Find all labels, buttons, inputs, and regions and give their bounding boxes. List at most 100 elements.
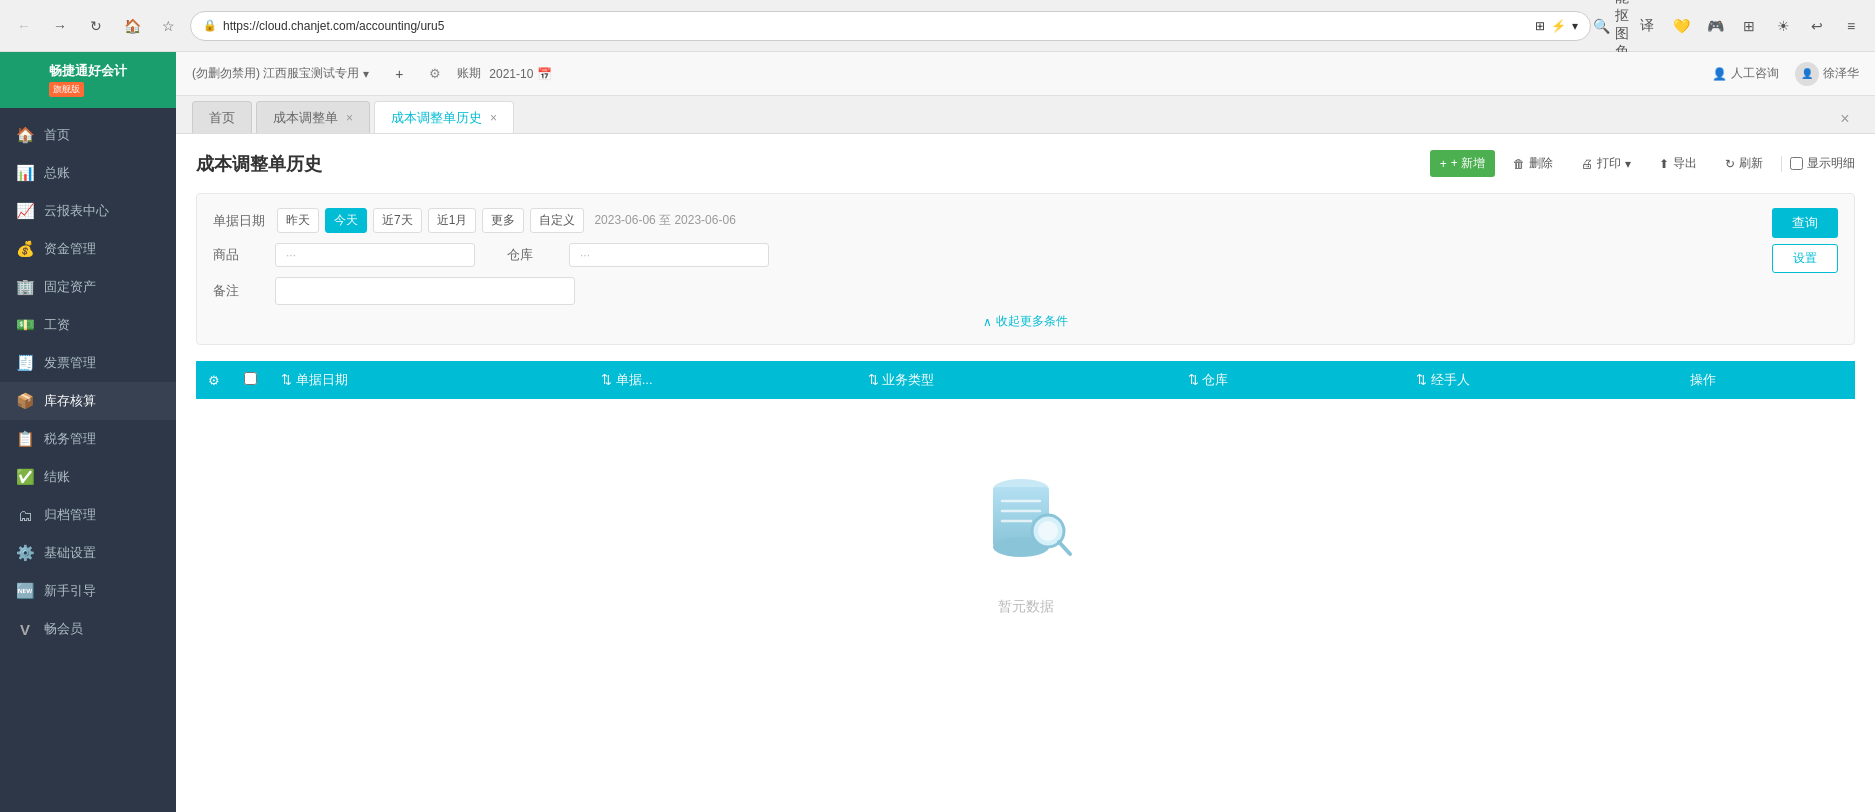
sidebar-item-guide[interactable]: 🆕 新手引导 xyxy=(0,572,176,610)
goods-select[interactable]: ··· xyxy=(275,243,475,267)
sidebar-item-archive[interactable]: 🗂 归档管理 xyxy=(0,496,176,534)
sidebar-item-reports[interactable]: 📈 云报表中心 xyxy=(0,192,176,230)
url-text: https://cloud.chanjet.com/accounting/uru… xyxy=(223,19,1529,33)
sidebar-item-label: 工资 xyxy=(44,316,70,334)
wallet-button[interactable]: 💛 xyxy=(1667,12,1695,40)
tab-close-icon[interactable]: × xyxy=(490,112,497,124)
guide-icon: 🆕 xyxy=(16,582,34,600)
th-warehouse[interactable]: ⇅ 仓库 xyxy=(1176,361,1404,399)
empty-cell: 暂元数据 xyxy=(196,399,1855,676)
sidebar-item-invoice[interactable]: 🧾 发票管理 xyxy=(0,344,176,382)
tab-label: 成本调整单 xyxy=(273,109,338,127)
settings-icon-button[interactable]: ☀ xyxy=(1769,12,1797,40)
translate-button[interactable]: 译 xyxy=(1633,12,1661,40)
tab-cost-adjustment-history[interactable]: 成本调整单历史 × xyxy=(374,101,514,133)
th-doc-num-label: ⇅ 单据... xyxy=(601,372,652,387)
search-button[interactable]: 🔍 360智能抠图免费用 xyxy=(1599,12,1627,40)
sidebar-item-home[interactable]: 🏠 首页 xyxy=(0,116,176,154)
sidebar-item-vip[interactable]: V 畅会员 xyxy=(0,610,176,648)
address-bar[interactable]: 🔒 https://cloud.chanjet.com/accounting/u… xyxy=(190,11,1591,41)
home-icon: 🏠 xyxy=(16,126,34,144)
warehouse-select[interactable]: ··· xyxy=(569,243,769,267)
reload-button[interactable]: ↻ xyxy=(82,12,110,40)
funds-icon: 💰 xyxy=(16,240,34,258)
th-date[interactable]: ⇅ 单据日期 xyxy=(269,361,589,399)
date-range-text: 2023-06-06 至 2023-06-06 xyxy=(594,212,735,229)
th-gear[interactable]: ⚙ xyxy=(196,361,232,399)
collapse-filter-button[interactable]: ∧ 收起更多条件 xyxy=(983,313,1068,330)
th-operations: 操作 xyxy=(1678,361,1855,399)
settings-gear-icon: ⚙ xyxy=(429,66,441,81)
grid-apps-button[interactable]: ⊞ xyxy=(1735,12,1763,40)
browser-chrome: ← → ↻ 🏠 ☆ 🔒 https://cloud.chanjet.com/ac… xyxy=(0,0,1875,52)
filter-main-grid: 单据日期 昨天 今天 近7天 近1月 更多 自定义 2023-06-06 至 2… xyxy=(213,208,1838,305)
menu-button[interactable]: ≡ xyxy=(1837,12,1865,40)
gear-icon: ⚙ xyxy=(208,373,220,388)
print-icon: 🖨 xyxy=(1581,157,1593,171)
undo-button[interactable]: ↩ xyxy=(1803,12,1831,40)
print-button[interactable]: 🖨 打印 ▾ xyxy=(1571,150,1641,177)
notes-input[interactable] xyxy=(275,277,575,305)
sidebar-item-ledger[interactable]: 📊 总账 xyxy=(0,154,176,192)
sidebar-item-closing[interactable]: ✅ 结账 xyxy=(0,458,176,496)
date-btn-today[interactable]: 今天 xyxy=(325,208,367,233)
show-detail-checkbox-label[interactable]: 显示明细 xyxy=(1790,155,1855,172)
export-button[interactable]: ⬆ 导出 xyxy=(1649,150,1707,177)
print-label: 打印 xyxy=(1597,155,1621,172)
date-btn-yesterday[interactable]: 昨天 xyxy=(277,208,319,233)
date-btn-custom[interactable]: 自定义 xyxy=(530,208,584,233)
add-company-button[interactable]: + xyxy=(385,60,413,88)
sidebar-item-label: 首页 xyxy=(44,126,70,144)
show-detail-checkbox[interactable] xyxy=(1790,157,1803,170)
new-button[interactable]: + + 新增 xyxy=(1430,150,1495,177)
tab-close-icon[interactable]: × xyxy=(346,112,353,124)
th-operator[interactable]: ⇅ 经手人 xyxy=(1404,361,1678,399)
query-button[interactable]: 查询 xyxy=(1772,208,1838,238)
vip-icon: V xyxy=(16,621,34,638)
refresh-button[interactable]: ↻ 刷新 xyxy=(1715,150,1773,177)
close-all-tabs-button[interactable]: × xyxy=(1831,105,1859,133)
sidebar-item-assets[interactable]: 🏢 固定资产 xyxy=(0,268,176,306)
filter-fields: 单据日期 昨天 今天 近7天 近1月 更多 自定义 2023-06-06 至 2… xyxy=(213,208,1744,305)
date-filter-label: 单据日期 xyxy=(213,212,265,230)
main-content: (勿删勿禁用) 江西服宝测试专用 ▾ + ⚙ 账期 2021-10 📅 👤 人工… xyxy=(176,52,1875,812)
svg-point-7 xyxy=(1038,521,1058,541)
select-all-checkbox[interactable] xyxy=(244,372,257,385)
sidebar-item-settings[interactable]: ⚙️ 基础设置 xyxy=(0,534,176,572)
back-button[interactable]: ← xyxy=(10,12,38,40)
user-menu[interactable]: 👤 徐泽华 xyxy=(1795,62,1859,86)
sidebar-item-label: 归档管理 xyxy=(44,506,96,524)
sidebar-item-funds[interactable]: 💰 资金管理 xyxy=(0,230,176,268)
sidebar-nav: 🏠 首页 📊 总账 📈 云报表中心 💰 资金管理 🏢 固定资产 💵 工资 xyxy=(0,108,176,812)
consult-label: 人工咨询 xyxy=(1731,65,1779,82)
tab-cost-adjustment[interactable]: 成本调整单 × xyxy=(256,101,370,133)
bookmark-button[interactable]: ☆ xyxy=(154,12,182,40)
sidebar-item-label: 资金管理 xyxy=(44,240,96,258)
tab-home[interactable]: 首页 xyxy=(192,101,252,133)
sidebar-item-salary[interactable]: 💵 工资 xyxy=(0,306,176,344)
home-button[interactable]: 🏠 xyxy=(118,12,146,40)
th-doc-num[interactable]: ⇅ 单据... xyxy=(589,361,856,399)
date-btn-7days[interactable]: 近7天 xyxy=(373,208,422,233)
forward-button[interactable]: → xyxy=(46,12,74,40)
period-label: 账期 xyxy=(457,65,481,82)
app-container: 畅捷通好会计 旗舰版 🏠 首页 📊 总账 📈 云报表中心 💰 资金管理 xyxy=(0,52,1875,812)
delete-button[interactable]: 🗑 删除 xyxy=(1503,150,1563,177)
th-biz-type[interactable]: ⇅ 业务类型 xyxy=(856,361,1176,399)
collapse-label: 收起更多条件 xyxy=(996,313,1068,330)
th-check[interactable] xyxy=(232,361,269,399)
table-settings-button[interactable]: 设置 xyxy=(1772,244,1838,273)
sidebar-logo: 畅捷通好会计 旗舰版 xyxy=(0,52,176,108)
new-label: + 新增 xyxy=(1451,155,1485,172)
date-btn-1month[interactable]: 近1月 xyxy=(428,208,477,233)
company-name: (勿删勿禁用) 江西服宝测试专用 xyxy=(192,65,359,82)
sidebar-item-inventory[interactable]: 📦 库存核算 xyxy=(0,382,176,420)
chevron-down-icon: ▾ xyxy=(363,67,369,81)
sidebar-item-label: 基础设置 xyxy=(44,544,96,562)
date-btn-more[interactable]: 更多 xyxy=(482,208,524,233)
sidebar-item-tax[interactable]: 📋 税务管理 xyxy=(0,420,176,458)
consult-button[interactable]: 👤 人工咨询 xyxy=(1712,65,1779,82)
game-button[interactable]: 🎮 xyxy=(1701,12,1729,40)
company-selector[interactable]: (勿删勿禁用) 江西服宝测试专用 ▾ xyxy=(192,65,369,82)
sidebar: 畅捷通好会计 旗舰版 🏠 首页 📊 总账 📈 云报表中心 💰 资金管理 xyxy=(0,52,176,812)
